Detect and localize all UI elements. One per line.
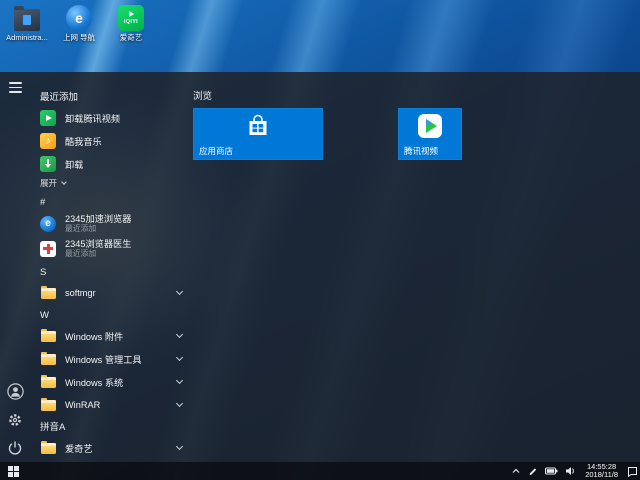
tencent-video-play-icon	[398, 113, 462, 139]
hidden-icons-chevron[interactable]	[511, 467, 521, 475]
folder-icon	[40, 285, 56, 301]
chevron-down-icon	[176, 400, 183, 407]
system-tray: 14:55:28 2018/11/8	[511, 462, 638, 480]
app-row-winrar[interactable]: WinRAR	[34, 393, 190, 416]
tile-label: 腾讯视频	[404, 145, 438, 157]
browser-doctor-icon	[40, 241, 56, 257]
app-row-windows-admin-tools[interactable]: Windows 管理工具	[34, 347, 190, 370]
gear-icon	[7, 412, 23, 428]
start-rail	[0, 72, 30, 462]
clock-date: 2018/11/8	[585, 471, 618, 479]
power-button[interactable]	[7, 440, 23, 456]
battery-icon[interactable]	[545, 467, 558, 475]
action-center-icon[interactable]	[627, 466, 638, 477]
taskbar-clock[interactable]: 14:55:28 2018/11/8	[583, 463, 620, 479]
desktop-icon-administrator[interactable]: Administra...	[4, 5, 50, 43]
user-avatar[interactable]	[7, 383, 24, 400]
tile-group-unnamed: 腾讯视频	[398, 90, 462, 160]
settings-button[interactable]	[7, 412, 23, 428]
app-row-label: Windows 附件	[65, 329, 123, 343]
chevron-down-icon	[176, 377, 183, 384]
desktop-icon-web-navigation[interactable]: 上网 导航	[56, 5, 102, 43]
app-row-windows-system[interactable]: Windows 系统	[34, 370, 190, 393]
tile-app-store[interactable]: 应用商店	[193, 108, 323, 160]
app-row-label: 卸载腾讯视频	[65, 111, 120, 125]
iqiyi-icon	[118, 5, 144, 31]
desktop-icon-label: Administra...	[6, 34, 48, 43]
hamburger-menu-icon[interactable]	[9, 82, 22, 96]
expand-button[interactable]: 展开	[34, 175, 190, 191]
pen-icon[interactable]	[528, 466, 538, 476]
letter-header-s[interactable]: S	[40, 265, 190, 281]
app-row-label: 爱奇艺	[65, 441, 93, 455]
app-row-subtitle: 最近添加	[65, 224, 131, 233]
tile-label: 应用商店	[199, 145, 233, 157]
app-row-iqiyi-folder[interactable]: 爱奇艺	[34, 436, 190, 459]
2345-browser-icon	[40, 216, 56, 232]
app-row-label: 2345加速浏览器	[65, 214, 131, 224]
app-row-label: softmgr	[65, 288, 96, 298]
chevron-down-icon	[176, 331, 183, 338]
app-row-windows-accessories[interactable]: Windows 附件	[34, 324, 190, 347]
letter-header-pinyin-a[interactable]: 拼音A	[40, 420, 190, 436]
tile-group-browse: 浏览 应用商店	[193, 90, 323, 160]
chevron-down-icon	[176, 354, 183, 361]
expand-label: 展开	[40, 177, 57, 189]
folder-icon	[40, 397, 56, 413]
chevron-down-icon	[61, 179, 67, 185]
windows-logo-icon	[8, 466, 19, 477]
app-row-label: Windows 系统	[65, 375, 123, 389]
app-row-kuwo-music[interactable]: 酷我音乐	[34, 129, 190, 152]
tiles-area: 浏览 应用商店	[193, 90, 462, 160]
desktop-icon-label: 上网 导航	[63, 34, 95, 43]
letter-header-hash[interactable]: #	[40, 195, 190, 211]
tile-group-header-empty	[398, 90, 462, 104]
chevron-down-icon	[176, 443, 183, 450]
store-bag-icon	[193, 113, 323, 140]
app-row-2345-browser-doctor[interactable]: 2345浏览器医生 最近添加	[34, 236, 190, 261]
chevron-down-icon	[176, 288, 183, 295]
app-list: 最近添加 卸载腾讯视频 酷我音乐 卸载 展开 # 2345加速浏览器 最近添加	[34, 90, 190, 462]
volume-icon[interactable]	[565, 466, 576, 476]
folder-icon	[40, 440, 56, 456]
app-row-label: Windows 管理工具	[65, 352, 142, 366]
app-row-softmgr[interactable]: softmgr	[34, 281, 190, 304]
tile-group-header[interactable]: 浏览	[193, 90, 323, 104]
power-icon	[7, 440, 23, 456]
app-row-uninstall-tencent-video[interactable]: 卸载腾讯视频	[34, 106, 190, 129]
user-folder-icon	[14, 9, 40, 31]
folder-icon	[40, 328, 56, 344]
app-row-subtitle: 最近添加	[65, 249, 131, 258]
app-row-label: 卸载	[65, 157, 83, 171]
tile-tencent-video[interactable]: 腾讯视频	[398, 108, 462, 160]
uninstall-icon	[40, 156, 56, 172]
desktop-icon-label: 爱奇艺	[120, 34, 143, 43]
app-row-label: 酷我音乐	[65, 134, 102, 148]
desktop-icons: Administra... 上网 导航 爱奇艺	[4, 5, 154, 43]
folder-icon	[40, 374, 56, 390]
folder-icon	[40, 351, 56, 367]
app-row-uninstall[interactable]: 卸载	[34, 152, 190, 175]
tencent-video-icon	[40, 110, 56, 126]
recent-added-header: 最近添加	[40, 90, 190, 106]
app-row-label: WinRAR	[65, 400, 100, 410]
browser-circle-icon	[66, 5, 92, 31]
user-avatar-icon	[7, 383, 24, 400]
app-row-label: 2345浏览器医生	[65, 239, 131, 249]
taskbar: 14:55:28 2018/11/8	[0, 462, 640, 480]
kuwo-music-icon	[40, 133, 56, 149]
start-menu: 最近添加 卸载腾讯视频 酷我音乐 卸载 展开 # 2345加速浏览器 最近添加	[0, 72, 640, 462]
app-row-2345-browser[interactable]: 2345加速浏览器 最近添加	[34, 211, 190, 236]
start-button[interactable]	[0, 462, 26, 480]
letter-header-w[interactable]: W	[40, 308, 190, 324]
desktop-icon-iqiyi[interactable]: 爱奇艺	[108, 5, 154, 43]
